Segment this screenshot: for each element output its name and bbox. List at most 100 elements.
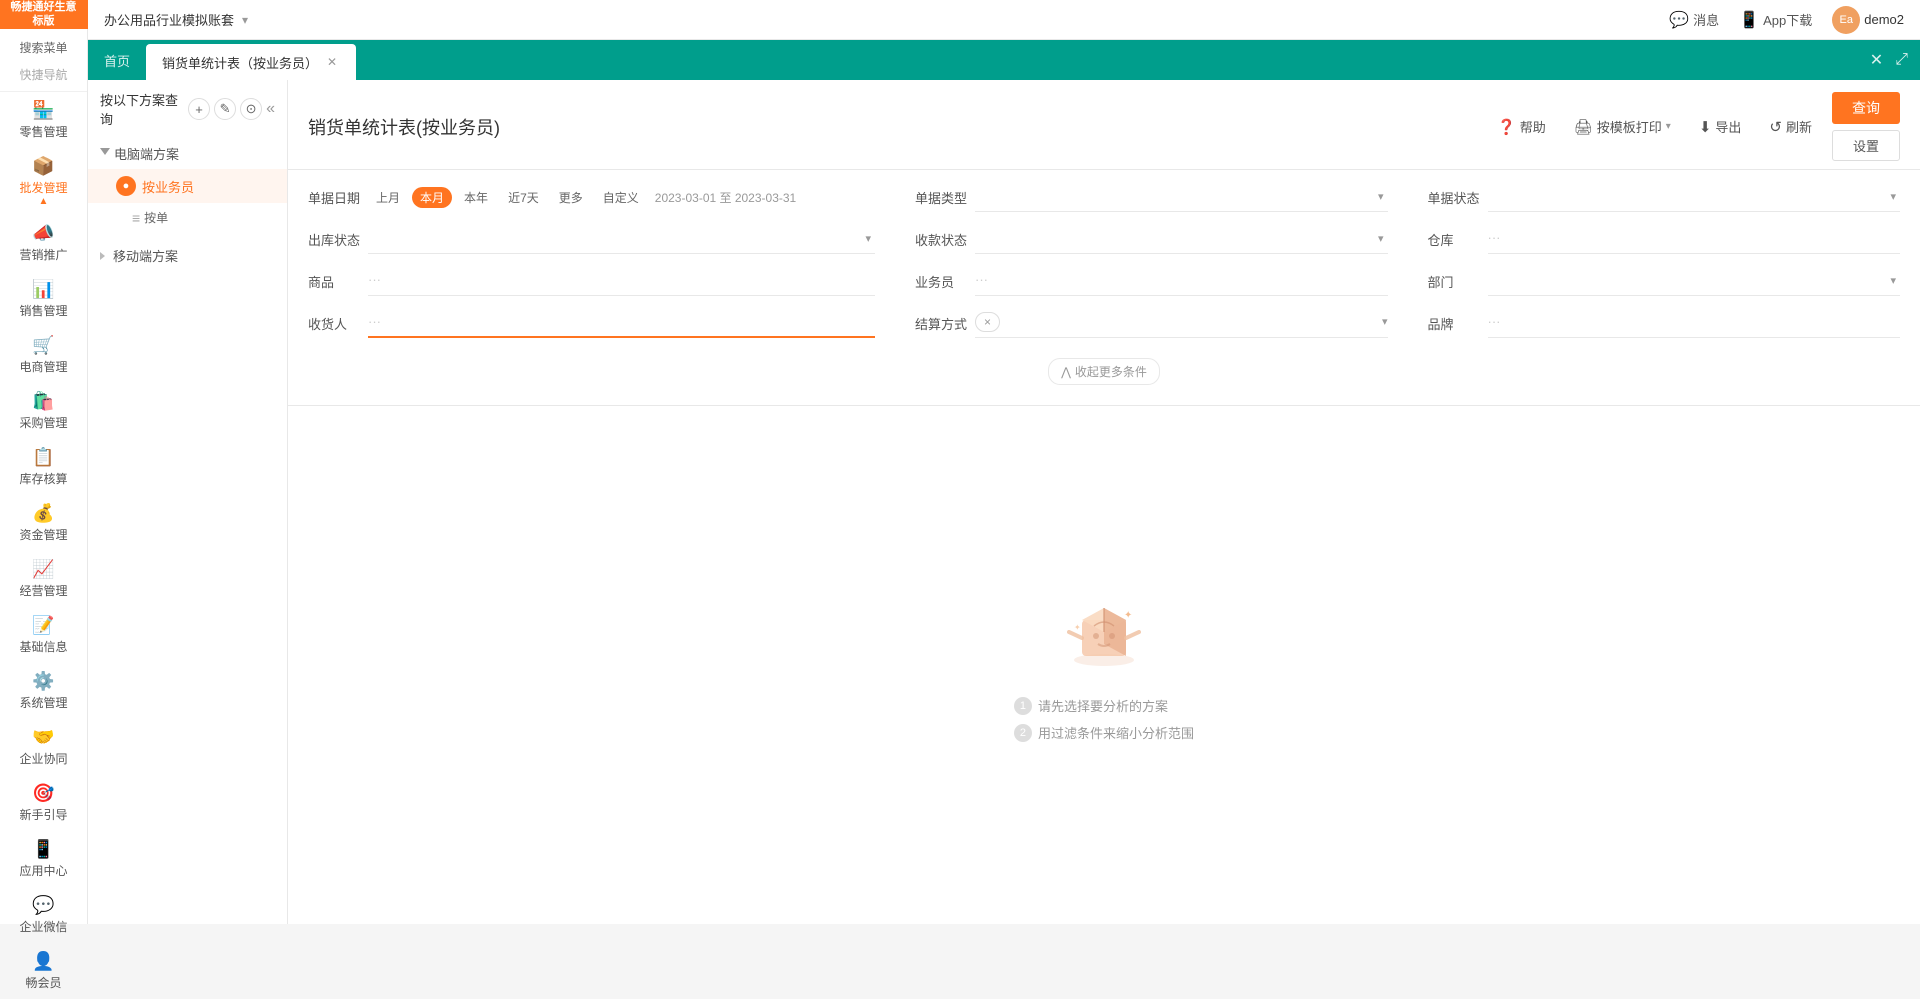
date-this-year[interactable]: 本年 xyxy=(456,187,496,208)
filter-doc-type: 单据类型 ▾ xyxy=(915,182,1388,212)
sidebar-item-sales[interactable]: 📊 销售管理 xyxy=(0,271,88,327)
scheme-sub-order-icon: ≡ xyxy=(132,210,140,226)
filter-settlement-value[interactable]: × ▾ xyxy=(975,308,1387,338)
sidebar-item-inventory[interactable]: 📋 库存核算 xyxy=(0,439,88,495)
sidebar-item-ecommerce[interactable]: 🛒 电商管理 xyxy=(0,327,88,383)
filter-collect-status: 收款状态 ▾ xyxy=(915,224,1388,254)
topbar-dropdown-icon[interactable]: ▾ xyxy=(242,13,248,27)
close-window-button[interactable]: ✕ xyxy=(1866,46,1887,74)
query-button[interactable]: 查询 xyxy=(1832,92,1900,124)
refresh-button[interactable]: ↺ 刷新 xyxy=(1761,113,1820,140)
finance-icon: 💰 xyxy=(32,503,54,524)
collapse-label: 收起更多条件 xyxy=(1075,363,1147,380)
settings-button[interactable]: 设置 xyxy=(1832,130,1900,161)
scheme-panel-actions: + ✎ ⊙ « xyxy=(188,98,275,120)
sidebar-item-purchase[interactable]: 🛍️ 采购管理 xyxy=(0,383,88,439)
scheme-add-button[interactable]: + xyxy=(188,98,210,120)
topbar-title: 办公用品行业模拟账套 xyxy=(104,10,234,29)
tab-home[interactable]: 首页 xyxy=(88,40,146,80)
sidebar-item-label-member: 畅会员 xyxy=(25,974,61,991)
sidebar-item-company[interactable]: 🤝 企业协同 xyxy=(0,719,88,775)
scheme-edit2-button[interactable]: ⊙ xyxy=(240,98,262,120)
filter-date-label: 单据日期 xyxy=(308,188,360,207)
filter-brand: 品牌 ··· xyxy=(1428,308,1901,338)
filter-collect-status-select[interactable]: ▾ xyxy=(975,224,1387,254)
sidebar-item-apps[interactable]: 📱 应用中心 xyxy=(0,831,88,887)
export-button[interactable]: ⬇ 导出 xyxy=(1691,113,1750,140)
message-button[interactable]: 💬 消息 xyxy=(1669,10,1719,30)
filter-salesperson-value[interactable]: ··· xyxy=(975,266,1388,296)
print-button[interactable]: 🖨 按模板打印 ▾ xyxy=(1566,113,1679,140)
date-last-7days[interactable]: 近7天 xyxy=(500,187,547,208)
restore-window-button[interactable]: ⤢ xyxy=(1891,47,1912,73)
scheme-edit-button[interactable]: ✎ xyxy=(214,98,236,120)
filter-brand-label: 品牌 xyxy=(1428,314,1480,333)
filter-settlement-label: 结算方式 xyxy=(915,314,967,333)
sidebar-item-label-company: 企业协同 xyxy=(19,750,67,767)
sidebar-item-newbie[interactable]: 🎯 新手引导 xyxy=(0,775,88,831)
sidebar-item-marketing[interactable]: 📣 营销推广 xyxy=(0,215,88,271)
sidebar-item-system[interactable]: ⚙️ 系统管理 xyxy=(0,663,88,719)
filter-row-4: 收货人 ··· 结算方式 × ▾ xyxy=(308,308,1900,338)
scheme-item-by-salesperson[interactable]: ● 按业务员 xyxy=(88,169,287,203)
scheme-sub-order-label: 按单 xyxy=(144,209,168,226)
scheme-group-desktop-label: 电脑端方案 xyxy=(114,144,179,163)
scheme-sub-item-by-order[interactable]: ≡ 按单 xyxy=(88,203,287,232)
print-dropdown-icon: ▾ xyxy=(1666,121,1671,132)
filter-out-status-select[interactable]: ▾ xyxy=(368,224,875,254)
scheme-group-mobile-header[interactable]: 移动端方案 xyxy=(88,240,287,271)
date-more[interactable]: 更多 xyxy=(551,187,591,208)
scheme-group-desktop: 电脑端方案 ● 按业务员 ≡ 按单 xyxy=(88,134,287,236)
filter-doc-status-select[interactable]: ▾ xyxy=(1488,182,1900,212)
page-header: 销货单统计表(按业务员) ❓ 帮助 🖨 按模板打印 ▾ ⬇ 导出 xyxy=(288,80,1920,170)
date-last-month[interactable]: 上月 xyxy=(368,187,408,208)
expand-icon: ▲ xyxy=(39,196,49,207)
scheme-panel: 按以下方案查询 + ✎ ⊙ « 电脑端方案 ● 按业务员 xyxy=(88,80,288,924)
app-download-icon: 📱 xyxy=(1739,10,1759,30)
date-this-month[interactable]: 本月 xyxy=(412,187,452,208)
empty-illustration: ✦ ✦ xyxy=(1054,580,1154,680)
main-area: 办公用品行业模拟账套 ▾ 💬 消息 📱 App下载 Ea demo2 首页 xyxy=(88,0,1920,924)
filter-row-2: 出库状态 ▾ 收款状态 ▾ xyxy=(308,224,1900,254)
filter-brand-value[interactable]: ··· xyxy=(1488,308,1901,338)
sidebar-item-wholesale[interactable]: 📦 批发管理 ▲ xyxy=(0,148,88,215)
sidebar-item-label-purchase: 采购管理 xyxy=(19,414,67,431)
filter-warehouse-value[interactable]: ··· xyxy=(1488,224,1901,254)
sales-icon: 📊 xyxy=(32,279,54,300)
quick-nav-label: 快捷导航 xyxy=(19,68,67,82)
tab-sales-stat[interactable]: 销货单统计表（按业务员） ✕ xyxy=(146,44,356,80)
sidebar-item-operation[interactable]: 📈 经营管理 xyxy=(0,551,88,607)
sidebar-item-basic[interactable]: 📝 基础信息 xyxy=(0,607,88,663)
tab-close-button[interactable]: ✕ xyxy=(324,54,340,70)
collapse-bar[interactable]: ⋀ 收起更多条件 xyxy=(308,350,1900,393)
page-header-actions: ❓ 帮助 🖨 按模板打印 ▾ ⬇ 导出 ↺ 刷新 xyxy=(1489,92,1900,161)
logo-subtext: 标版 xyxy=(33,14,55,28)
help-icon: ❓ xyxy=(1497,118,1516,136)
filter-dept-select[interactable]: ▾ xyxy=(1488,266,1901,296)
user-profile[interactable]: Ea demo2 xyxy=(1832,6,1904,34)
sidebar-item-member[interactable]: 👤 畅会员 xyxy=(0,943,88,999)
print-label: 按模板打印 xyxy=(1597,117,1662,136)
date-range-display: 2023-03-01 至 2023-03-31 xyxy=(655,189,796,206)
sidebar-item-retail[interactable]: 🏪 零售管理 xyxy=(0,92,88,148)
scheme-collapse-button[interactable]: « xyxy=(266,100,275,118)
filter-row-3: 商品 ··· 业务员 ··· 部门 xyxy=(308,266,1900,296)
export-label: 导出 xyxy=(1715,117,1741,136)
sidebar-item-wechat[interactable]: 💬 企业微信 xyxy=(0,887,88,943)
sidebar-item-label-sales: 销售管理 xyxy=(19,302,67,319)
scheme-group-desktop-header[interactable]: 电脑端方案 xyxy=(88,138,287,169)
settlement-tag-close[interactable]: × xyxy=(984,315,991,329)
group-collapse-icon xyxy=(100,252,105,260)
sidebar-item-finance[interactable]: 💰 资金管理 xyxy=(0,495,88,551)
filter-consignee-input[interactable]: ··· xyxy=(368,308,875,338)
help-button[interactable]: ❓ 帮助 xyxy=(1489,113,1554,140)
search-menu-label[interactable]: 搜索菜单 xyxy=(19,41,67,55)
settlement-tag: × xyxy=(975,312,1000,332)
sidebar-item-label-apps: 应用中心 xyxy=(19,862,67,879)
date-custom[interactable]: 自定义 xyxy=(595,187,647,208)
filter-goods-value[interactable]: ··· xyxy=(368,266,875,296)
sidebar-search-area[interactable]: 搜索菜单 xyxy=(0,29,87,62)
filter-dept-label: 部门 xyxy=(1428,272,1480,291)
filter-doc-type-select[interactable]: ▾ xyxy=(975,182,1387,212)
app-download-button[interactable]: 📱 App下载 xyxy=(1739,10,1812,30)
